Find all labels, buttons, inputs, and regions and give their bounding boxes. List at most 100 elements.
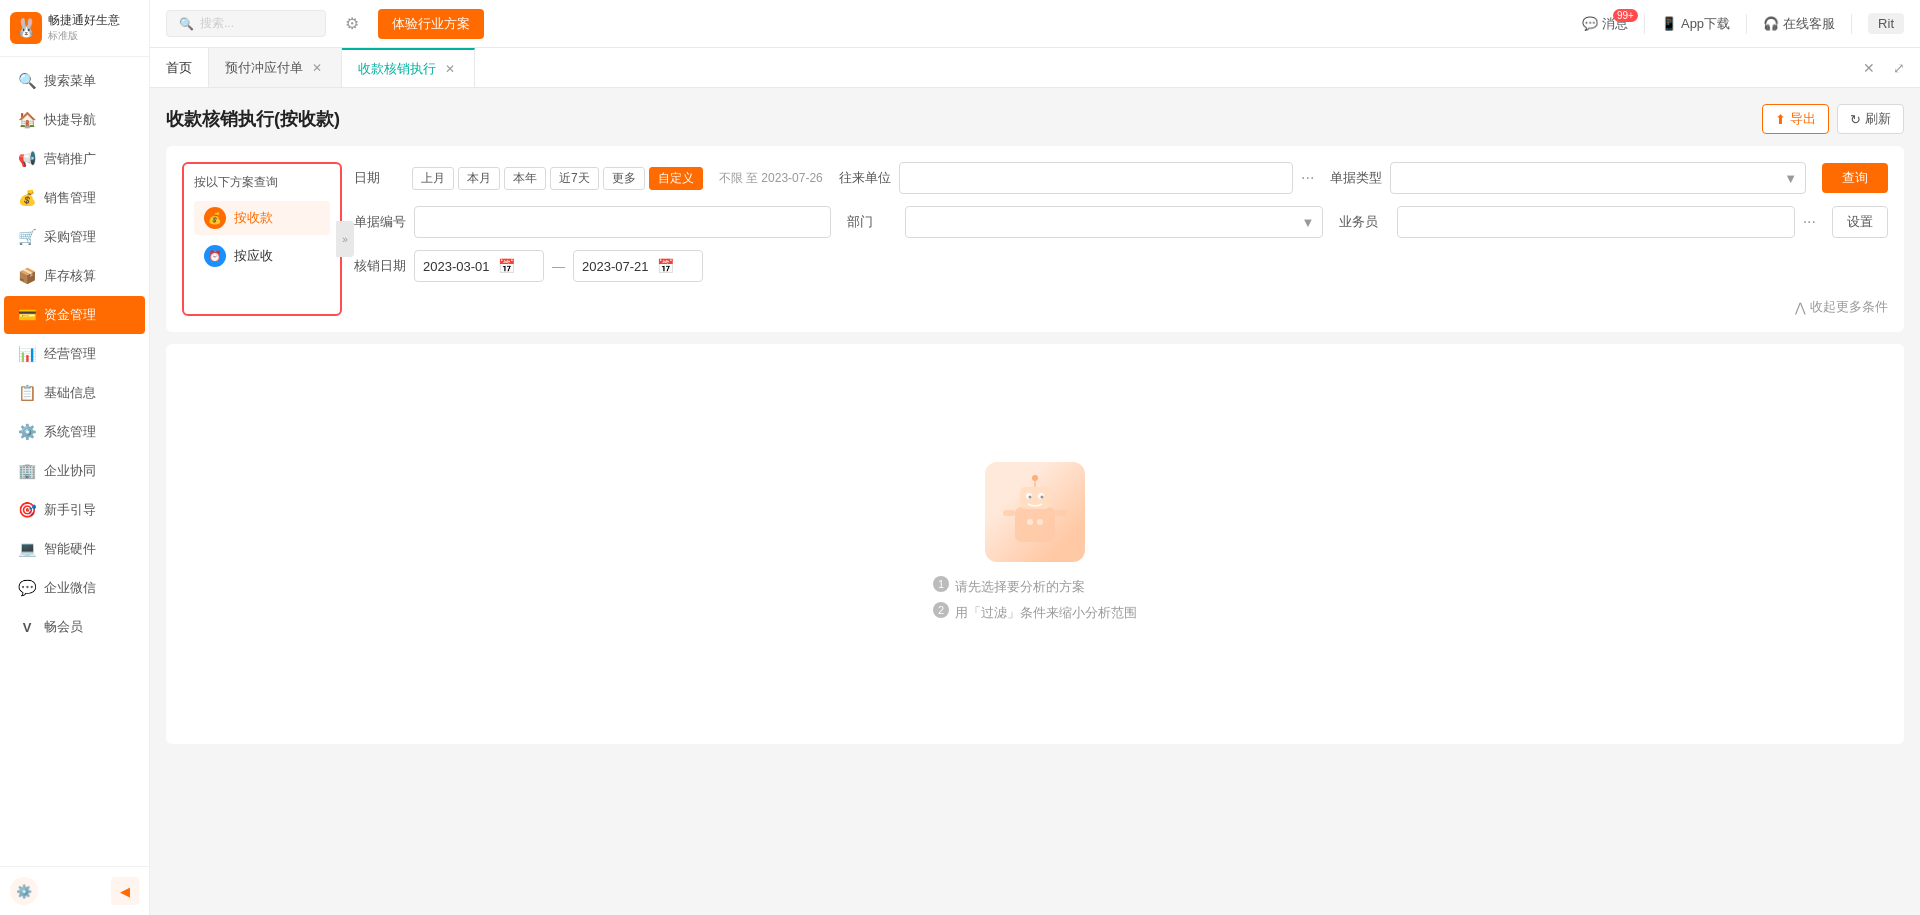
msg-icon: 💬 — [1582, 16, 1598, 31]
sidebar-nav: 🔍 搜索菜单 🏠 快捷导航 📢 营销推广 💰 销售管理 🛒 采购管理 📦 库存核… — [0, 57, 149, 866]
app-download-btn[interactable]: 📱 App下载 — [1661, 15, 1730, 33]
user-profile-btn[interactable]: Rit — [1868, 13, 1904, 34]
filter-field-salesman: 业务员 ··· — [1339, 206, 1816, 238]
dept-label: 部门 — [847, 213, 897, 231]
inventory-icon: 📦 — [18, 267, 36, 285]
tab-expand-btn[interactable]: ⤢ — [1886, 55, 1912, 81]
logo-text: 畅捷通好生意 标准版 — [48, 13, 120, 43]
export-btn[interactable]: ⬆ 导出 — [1762, 104, 1829, 134]
tab-home[interactable]: 首页 — [150, 48, 209, 87]
search-menu-icon: 🔍 — [18, 72, 36, 90]
tab-receipt-cancel-close[interactable]: ✕ — [442, 61, 458, 77]
topbar-settings-btn[interactable]: ⚙ — [338, 10, 366, 38]
sidebar-item-marketing[interactable]: 📢 营销推广 — [4, 140, 145, 178]
topbar: 🔍 搜索... ⚙ 体验行业方案 💬 消息 99+ 📱 App下载 🎧 在线客服… — [150, 0, 1920, 48]
hardware-icon: 💻 — [18, 540, 36, 558]
sidebar-item-search-menu[interactable]: 🔍 搜索菜单 — [4, 62, 145, 100]
salesman-input[interactable] — [1397, 206, 1794, 238]
tab-prepay[interactable]: 预付冲应付单 ✕ — [209, 48, 342, 87]
counterparty-dots-btn[interactable]: ··· — [1301, 169, 1314, 187]
refresh-btn[interactable]: ↻ 刷新 — [1837, 104, 1904, 134]
date-7days-btn[interactable]: 近7天 — [550, 167, 599, 190]
filter-sidebar-collapse-btn[interactable]: » — [336, 221, 354, 257]
cancel-date-end-calendar-icon[interactable]: 📅 — [657, 258, 674, 274]
filter-row-3: 核销日期 2023-03-01 📅 — 2023-07-21 📅 — [354, 250, 1888, 282]
doc-type-select[interactable]: ▼ — [1390, 162, 1806, 194]
empty-state: 1 请先选择要分析的方案 2 用「过滤」条件来缩小分析范围 — [933, 382, 1137, 706]
sidebar-item-business[interactable]: 📊 经营管理 — [4, 335, 145, 373]
filter-form: 日期 上月 本月 本年 近7天 更多 自定义 不限 至 2023-07-26 — [354, 162, 1888, 316]
content-area: 1 请先选择要分析的方案 2 用「过滤」条件来缩小分析范围 — [166, 344, 1904, 744]
settings-btn[interactable]: 设置 — [1832, 206, 1888, 238]
topbar-search-input[interactable]: 🔍 搜索... — [166, 10, 326, 37]
svg-rect-0 — [1015, 507, 1055, 542]
topbar-divider-2 — [1746, 14, 1747, 34]
sidebar-item-weixin[interactable]: 💬 企业微信 — [4, 569, 145, 607]
date-quick-btns: 上月 本月 本年 近7天 更多 自定义 — [412, 167, 703, 190]
home-icon: 🏠 — [18, 111, 36, 129]
date-more-btn[interactable]: 更多 — [603, 167, 645, 190]
tab-close-all-btn[interactable]: ✕ — [1856, 55, 1882, 81]
collapse-icon: ⋀ — [1795, 300, 1806, 315]
date-custom-btn[interactable]: 自定义 — [649, 167, 703, 190]
weixin-icon: 💬 — [18, 579, 36, 597]
sidebar-item-enterprise[interactable]: 🏢 企业协同 — [4, 452, 145, 490]
doc-type-label: 单据类型 — [1330, 169, 1382, 187]
service-icon: 🎧 — [1763, 16, 1779, 31]
finance-icon: 💳 — [18, 306, 36, 324]
doc-no-input[interactable] — [414, 206, 831, 238]
business-icon: 📊 — [18, 345, 36, 363]
date-last-month-btn[interactable]: 上月 — [412, 167, 454, 190]
salesman-dots-btn[interactable]: ··· — [1803, 213, 1816, 231]
page-title: 收款核销执行(按收款) — [166, 107, 340, 131]
filter-option-by-receivable[interactable]: ⏰ 按应收 — [194, 239, 330, 273]
sidebar-item-inventory[interactable]: 📦 库存核算 — [4, 257, 145, 295]
tab-prepay-close[interactable]: ✕ — [309, 60, 325, 76]
cancel-date-group: 2023-03-01 📅 — 2023-07-21 📅 — [414, 250, 703, 282]
enterprise-icon: 🏢 — [18, 462, 36, 480]
collapse-more-btn[interactable]: ⋀ 收起更多条件 — [354, 298, 1888, 316]
basic-info-icon: 📋 — [18, 384, 36, 402]
filter-field-date: 日期 上月 本月 本年 近7天 更多 自定义 — [354, 167, 703, 190]
cancel-date-end-input[interactable]: 2023-07-21 📅 — [573, 250, 703, 282]
solution-btn[interactable]: 体验行业方案 — [378, 9, 484, 39]
sidebar-settings-btn[interactable]: ⚙️ — [10, 877, 38, 905]
sidebar-item-purchase[interactable]: 🛒 采购管理 — [4, 218, 145, 256]
filter-panel: 按以下方案查询 💰 按收款 ⏰ 按应收 » 日期 — [166, 146, 1904, 332]
cancel-date-start-input[interactable]: 2023-03-01 📅 — [414, 250, 544, 282]
search-btn[interactable]: 查询 — [1822, 163, 1888, 193]
topbar-right: 💬 消息 99+ 📱 App下载 🎧 在线客服 Rit — [1582, 13, 1904, 34]
search-icon: 🔍 — [179, 17, 194, 31]
cancel-date-label: 核销日期 — [354, 257, 406, 275]
empty-text: 1 请先选择要分析的方案 2 用「过滤」条件来缩小分析范围 — [933, 574, 1137, 626]
sidebar-item-system[interactable]: ⚙️ 系统管理 — [4, 413, 145, 451]
cancel-date-start-calendar-icon[interactable]: 📅 — [498, 258, 515, 274]
svg-point-4 — [1029, 496, 1032, 499]
sidebar-item-finance[interactable]: 💳 资金管理 — [4, 296, 145, 334]
sidebar-logo: 🐰 畅捷通好生意 标准版 — [0, 0, 149, 57]
sidebar-item-hardware[interactable]: 💻 智能硬件 — [4, 530, 145, 568]
msg-btn[interactable]: 💬 消息 99+ — [1582, 15, 1628, 33]
counterparty-input[interactable] — [899, 162, 1293, 194]
dept-select[interactable]: ▼ — [905, 206, 1324, 238]
sidebar-item-sales[interactable]: 💰 销售管理 — [4, 179, 145, 217]
marketing-icon: 📢 — [18, 150, 36, 168]
date-this-year-btn[interactable]: 本年 — [504, 167, 546, 190]
svg-point-5 — [1041, 496, 1044, 499]
filter-row-2: 单据编号 部门 ▼ 业务员 ··· — [354, 206, 1888, 238]
step-2-num: 2 — [933, 602, 949, 618]
topbar-divider-3 — [1851, 14, 1852, 34]
svg-rect-9 — [1055, 510, 1067, 516]
service-btn[interactable]: 🎧 在线客服 — [1763, 15, 1835, 33]
step-1-num: 1 — [933, 576, 949, 592]
filter-field-cancel-date: 核销日期 2023-03-01 📅 — 2023-07-21 📅 — [354, 250, 703, 282]
sidebar-collapse-btn[interactable]: ◀ — [111, 877, 139, 905]
sidebar-item-member[interactable]: V 畅会员 — [4, 608, 145, 646]
filter-option-by-receipt[interactable]: 💰 按收款 — [194, 201, 330, 235]
date-this-month-btn[interactable]: 本月 — [458, 167, 500, 190]
sidebar-bottom: ⚙️ ◀ — [0, 866, 149, 915]
sidebar-item-basic-info[interactable]: 📋 基础信息 — [4, 374, 145, 412]
tab-receipt-cancel[interactable]: 收款核销执行 ✕ — [342, 48, 475, 87]
sidebar-item-guide[interactable]: 🎯 新手引导 — [4, 491, 145, 529]
sidebar-item-quick-nav[interactable]: 🏠 快捷导航 — [4, 101, 145, 139]
